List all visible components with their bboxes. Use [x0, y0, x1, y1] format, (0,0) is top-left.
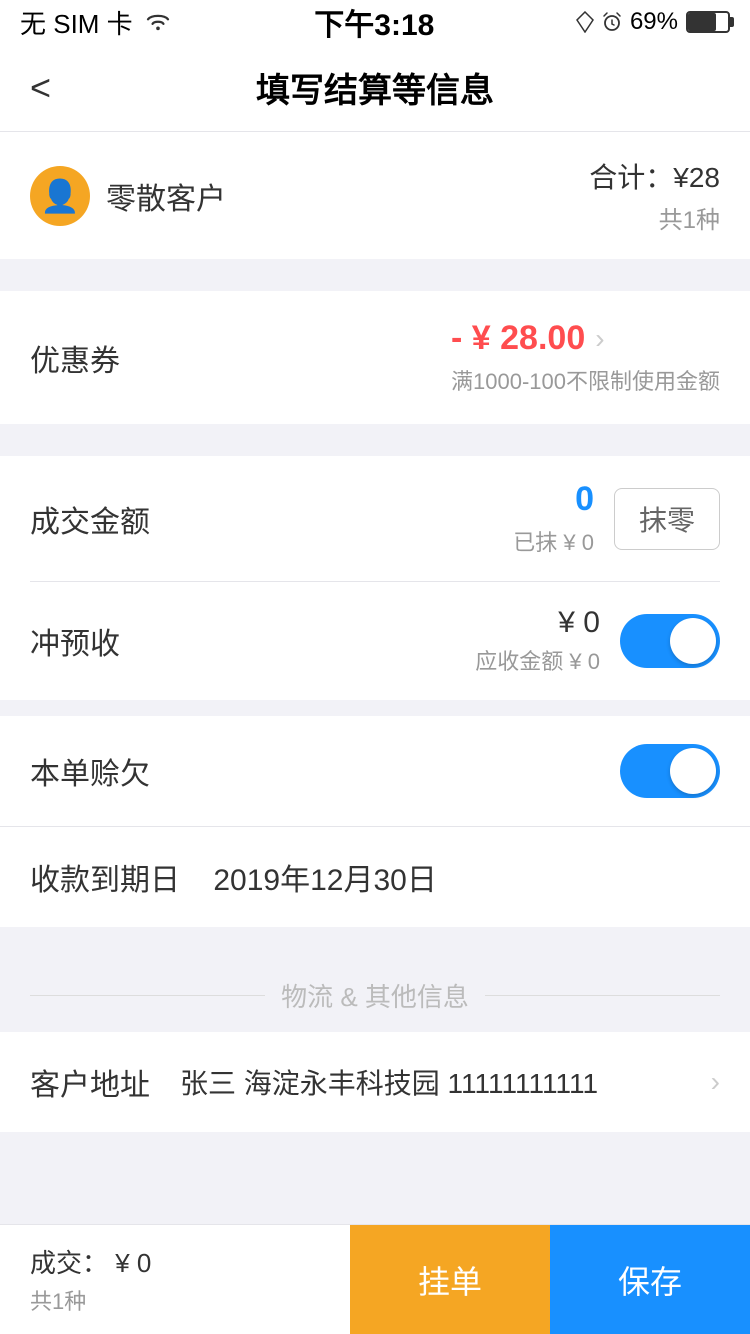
status-bar: 无 SIM 卡 下午3:18 69% — [0, 0, 750, 44]
save-button[interactable]: 保存 — [550, 1225, 750, 1334]
customer-row: 👤 零散客户 合计：¥28 共1种 — [0, 132, 750, 259]
total-label: 合计：¥28 — [589, 156, 720, 196]
separator-5 — [0, 1148, 750, 1164]
prepay-label: 冲预收 — [30, 619, 120, 663]
prepay-amount-wrap: ¥ 0 应收金额 ¥ 0 — [475, 606, 600, 676]
prepay-amount: ¥ 0 — [475, 606, 600, 640]
prepay-sub: 应收金额 ¥ 0 — [475, 644, 600, 676]
credit-toggle-thumb — [670, 748, 716, 794]
alarm-icon — [602, 11, 622, 33]
coupon-section[interactable]: 优惠券 - ¥ 28.00 › 满1000-100不限制使用金额 — [0, 291, 750, 424]
separator-3 — [0, 700, 750, 716]
logistics-divider: 物流 & 其他信息 — [0, 959, 750, 1032]
customer-total: 合计：¥28 共1种 — [589, 156, 720, 235]
credit-label: 本单赊欠 — [30, 749, 150, 793]
pending-button[interactable]: 挂单 — [350, 1225, 550, 1334]
status-right: 69% — [576, 8, 730, 36]
credit-toggle[interactable] — [620, 744, 720, 798]
prepay-toggle[interactable] — [620, 614, 720, 668]
coupon-label: 优惠券 — [30, 336, 120, 380]
bottom-summary: 成交： ¥ 0 共1种 — [0, 1243, 350, 1316]
bottom-bar: 成交： ¥ 0 共1种 挂单 保存 — [0, 1224, 750, 1334]
due-date-value: 2019年12月30日 — [213, 864, 436, 897]
deal-label: 成交： — [30, 1248, 108, 1278]
page-title: 填写结算等信息 — [256, 63, 494, 112]
deal-amount: ¥ 0 — [115, 1248, 151, 1278]
nav-bar: < 填写结算等信息 — [0, 44, 750, 132]
content: 👤 零散客户 合计：¥28 共1种 优惠券 - ¥ 28.00 › 满1000-… — [0, 132, 750, 1274]
bottom-count: 共1种 — [30, 1284, 320, 1316]
address-row[interactable]: 客户地址 张三 海淀永丰科技园 11111111111 › — [0, 1032, 750, 1132]
logistics-lines: 物流 & 其他信息 — [30, 977, 720, 1014]
round-off-button[interactable]: 抹零 — [614, 488, 720, 550]
toggle-thumb — [670, 618, 716, 664]
battery-percent: 69% — [630, 8, 678, 36]
address-section[interactable]: 客户地址 张三 海淀永丰科技园 11111111111 › — [0, 1032, 750, 1132]
due-date-key: 收款到期日 — [30, 864, 180, 897]
battery-icon — [686, 11, 730, 33]
address-value: 张三 海淀永丰科技园 11111111111 — [180, 1062, 598, 1102]
logistics-line-left — [30, 995, 265, 996]
due-date-label: 收款到期日 2019年12月30日 — [30, 864, 437, 897]
deal-amount-row: 成交金额 0 已抹 ¥ 0 抹零 — [30, 456, 720, 582]
amount-section: 成交金额 0 已抹 ¥ 0 抹零 冲预收 ¥ 0 应收金额 ¥ 0 — [0, 456, 750, 700]
credit-row: 本单赊欠 — [0, 716, 750, 826]
customer-section: 👤 零散客户 合计：¥28 共1种 — [0, 132, 750, 259]
sim-label: 无 SIM 卡 — [20, 4, 133, 41]
coupon-discount: - ¥ 28.00 — [451, 319, 585, 358]
coupon-row[interactable]: 优惠券 - ¥ 28.00 › 满1000-100不限制使用金额 — [0, 291, 750, 424]
back-button[interactable]: < — [20, 57, 61, 119]
coupon-chevron: › — [595, 323, 604, 355]
address-key: 客户地址 — [30, 1060, 150, 1104]
deal-amount-label: 成交金额 — [30, 497, 150, 541]
location-icon — [576, 11, 594, 33]
address-content: 客户地址 张三 海淀永丰科技园 11111111111 — [30, 1060, 598, 1104]
logistics-label: 物流 & 其他信息 — [281, 977, 469, 1014]
separator-1 — [0, 275, 750, 291]
due-date-section: 收款到期日 2019年12月30日 — [0, 826, 750, 927]
amount-sub: 已抹 ¥ 0 — [513, 525, 594, 557]
prepay-row: 冲预收 ¥ 0 应收金额 ¥ 0 — [30, 582, 720, 700]
address-chevron: › — [711, 1066, 720, 1098]
count-label: 共1种 — [589, 200, 720, 235]
logistics-line-right — [485, 995, 720, 996]
time-label: 下午3:18 — [314, 0, 434, 44]
amount-value[interactable]: 0 — [513, 480, 594, 519]
avatar-icon: 👤 — [40, 177, 80, 215]
status-left: 无 SIM 卡 — [20, 4, 173, 41]
bottom-deal-label: 成交： ¥ 0 — [30, 1243, 320, 1280]
wifi-icon — [143, 12, 173, 32]
coupon-right: - ¥ 28.00 › 满1000-100不限制使用金额 — [451, 319, 720, 396]
deal-amount-right: 0 已抹 ¥ 0 抹零 — [513, 480, 720, 557]
separator-2 — [0, 440, 750, 456]
bottom-actions: 挂单 保存 — [350, 1225, 750, 1334]
credit-section: 本单赊欠 收款到期日 2019年12月30日 — [0, 716, 750, 927]
separator-4 — [0, 943, 750, 959]
avatar: 👤 — [30, 166, 90, 226]
prepay-right: ¥ 0 应收金额 ¥ 0 — [475, 606, 720, 676]
amount-value-wrap: 0 已抹 ¥ 0 — [513, 480, 594, 557]
customer-left: 👤 零散客户 — [30, 166, 226, 226]
coupon-desc: 满1000-100不限制使用金额 — [451, 364, 720, 396]
customer-name: 零散客户 — [106, 174, 226, 218]
